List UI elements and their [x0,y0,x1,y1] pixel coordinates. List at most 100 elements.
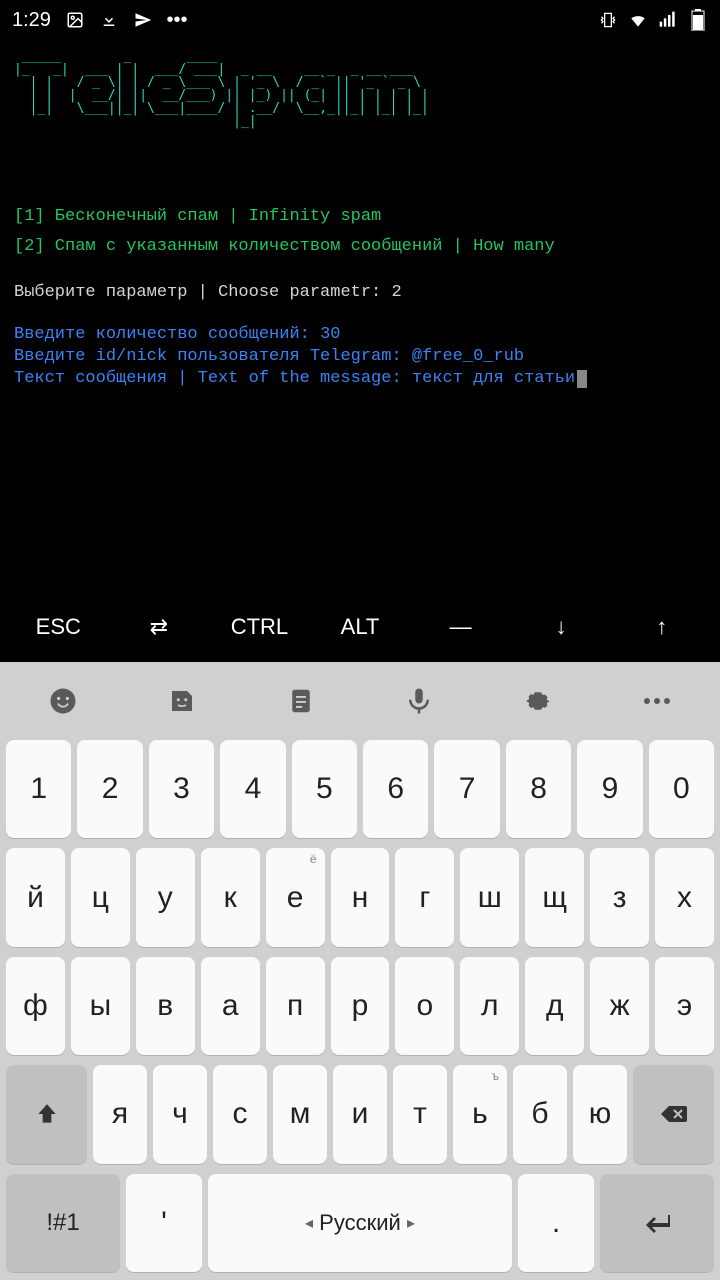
key-р[interactable]: р [331,957,390,1055]
key-3[interactable]: 3 [149,740,214,838]
key-я[interactable]: я [93,1065,147,1163]
letter-row-2: фывапролджэ [6,957,714,1055]
vibrate-icon [598,10,618,30]
key-г[interactable]: г [395,848,454,946]
more-icon: ••• [167,10,187,30]
key-ф[interactable]: ф [6,957,65,1055]
emoji-icon[interactable] [4,686,123,716]
enter-key[interactable] [600,1174,714,1272]
terminal-extra-keys: ESC ⇄ CTRL ALT — ↓ ↑ [0,592,720,662]
message-prompt: Текст сообщения | Text of the message: [14,369,412,388]
count-line: Введите количество сообщений: 30 [14,324,706,346]
ascii-logo: _____ _ ____ |_ _| ___ | | ___/ ___| _ _… [14,50,706,128]
key-к[interactable]: к [201,848,260,946]
key-ж[interactable]: ж [590,957,649,1055]
key-з[interactable]: з [590,848,649,946]
letter-row-1: йцукеёнгшщзх [6,848,714,946]
choose-prompt: Выберите параметр | Choose parametr: [14,283,391,302]
choose-value: 2 [391,283,401,302]
period-key[interactable]: . [518,1174,594,1272]
menu-option-2: [2] Спам с указанным количеством сообщен… [14,236,706,258]
key-э[interactable]: э [655,957,714,1055]
key-а[interactable]: а [201,957,260,1055]
download-icon [99,10,119,30]
down-key[interactable]: ↓ [511,614,612,640]
key-д[interactable]: д [525,957,584,1055]
message-value: текст для статьи [412,369,575,388]
signal-icon [658,10,678,30]
minus-key[interactable]: — [410,614,511,640]
ctrl-key[interactable]: CTRL [209,614,310,640]
menu-option-1: [1] Бесконечный спам | Infinity spam [14,206,706,228]
key-4[interactable]: 4 [220,740,285,838]
sticker-icon[interactable] [123,686,242,716]
backspace-key[interactable] [633,1065,714,1163]
send-icon [133,10,153,30]
comma-key[interactable]: ' [126,1174,202,1272]
key-и[interactable]: и [333,1065,387,1163]
soft-keyboard: 1234567890 йцукеёнгшщзх фывапролджэ ячсм… [0,662,720,1280]
status-left: 1:29 ••• [12,9,187,32]
key-6[interactable]: 6 [363,740,428,838]
key-у[interactable]: у [136,848,195,946]
key-9[interactable]: 9 [577,740,642,838]
key-2[interactable]: 2 [77,740,142,838]
key-о[interactable]: о [395,957,454,1055]
key-ц[interactable]: ц [71,848,130,946]
key-в[interactable]: в [136,957,195,1055]
key-ч[interactable]: ч [153,1065,207,1163]
clipboard-icon[interactable] [241,686,360,716]
chevron-left-icon: ◂ [305,1213,313,1233]
up-key[interactable]: ↑ [611,614,712,640]
shift-key[interactable] [6,1065,87,1163]
esc-key[interactable]: ESC [8,614,109,640]
key-м[interactable]: м [273,1065,327,1163]
key-0[interactable]: 0 [649,740,714,838]
key-п[interactable]: п [266,957,325,1055]
key-л[interactable]: л [460,957,519,1055]
letter-row-3: ячсмитьъбю [6,1065,714,1163]
key-щ[interactable]: щ [525,848,584,946]
number-row: 1234567890 [6,740,714,838]
gear-icon[interactable] [479,686,598,716]
mic-icon[interactable] [360,686,479,716]
more-icon[interactable] [597,697,716,705]
key-8[interactable]: 8 [506,740,571,838]
key-sup: ё [310,852,317,866]
status-bar: 1:29 ••• [0,0,720,40]
key-7[interactable]: 7 [434,740,499,838]
key-б[interactable]: б [513,1065,567,1163]
key-т[interactable]: т [393,1065,447,1163]
key-е[interactable]: её [266,848,325,946]
key-н[interactable]: н [331,848,390,946]
key-х[interactable]: х [655,848,714,946]
key-ь[interactable]: ьъ [453,1065,507,1163]
bottom-row: !#1 ' ◂ Русский ▸ . [6,1174,714,1272]
battery-icon [688,10,708,30]
keyboard-toolbar [0,662,720,740]
choose-parameter-line: Выберите параметр | Choose parametr: 2 [14,282,706,304]
message-line: Текст сообщения | Text of the message: т… [14,368,706,390]
key-sup: ъ [492,1069,500,1083]
count-prompt: Введите количество сообщений: [14,325,320,344]
key-й[interactable]: й [6,848,65,946]
key-1[interactable]: 1 [6,740,71,838]
key-ю[interactable]: ю [573,1065,627,1163]
chevron-right-icon: ▸ [407,1213,415,1233]
keyboard-keys: 1234567890 йцукеёнгшщзх фывапролджэ ячсм… [0,740,720,1280]
key-с[interactable]: с [213,1065,267,1163]
symbols-key[interactable]: !#1 [6,1174,120,1272]
status-right [598,10,708,30]
nick-line: Введите id/nick пользователя Telegram: @… [14,346,706,368]
tab-key[interactable]: ⇄ [109,614,210,640]
key-ы[interactable]: ы [71,957,130,1055]
key-ш[interactable]: ш [460,848,519,946]
key-5[interactable]: 5 [292,740,357,838]
clock: 1:29 [12,9,51,32]
nick-value: @free_0_rub [412,347,524,366]
space-key[interactable]: ◂ Русский ▸ [208,1174,512,1272]
terminal-area[interactable]: _____ _ ____ |_ _| ___ | | ___/ ___| _ _… [0,40,720,592]
wifi-icon [628,10,648,30]
alt-key[interactable]: ALT [310,614,411,640]
image-icon [65,10,85,30]
